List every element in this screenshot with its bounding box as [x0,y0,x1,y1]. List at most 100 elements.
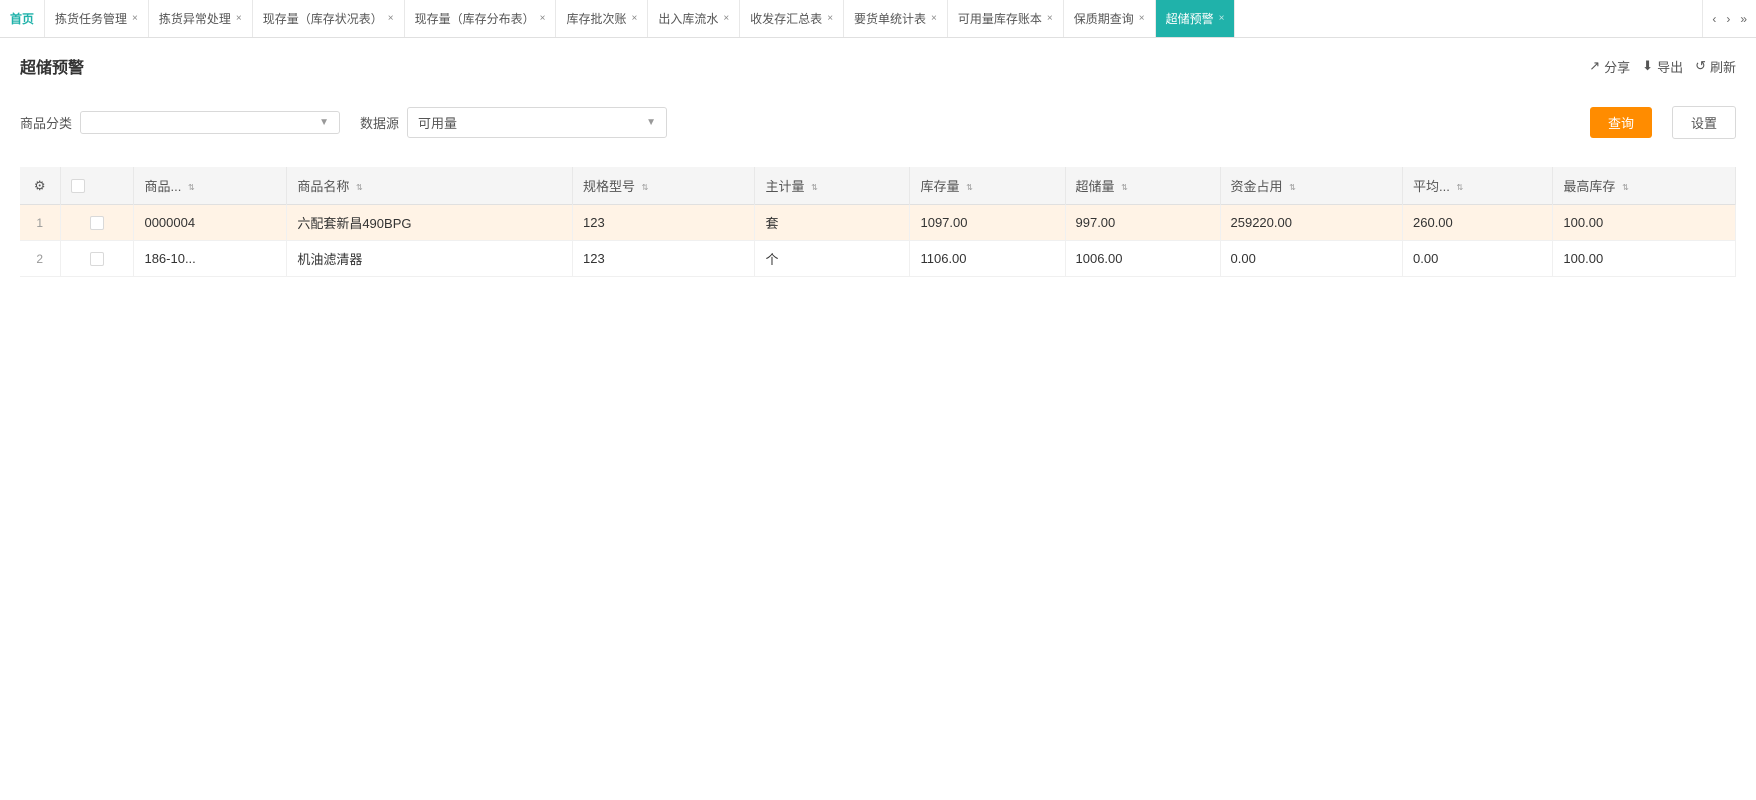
row-overstock: 1006.00 [1065,241,1220,277]
nav-tab[interactable]: 现存量（库存状况表） × [253,0,405,38]
category-filter: 商品分类 ▼ [20,111,340,134]
tab-label: 要货单统计表 [854,10,926,27]
nav-tab[interactable]: 现存量（库存分布表）× [405,0,557,38]
col-overstock[interactable]: 超储量 ⇅ [1065,167,1220,205]
row-maxstock: 100.00 [1553,241,1736,277]
category-arrow-icon: ▼ [319,117,329,128]
col-spec[interactable]: 规格型号 ⇅ [572,167,754,205]
col-unit[interactable]: 主计量 ⇅ [755,167,910,205]
refresh-icon: ↺ [1695,58,1706,74]
nav-home[interactable]: 首页 [0,0,45,38]
page-title: 超储预警 [20,54,84,78]
tab-label: 现存量（库存状况表） [263,10,383,27]
home-label: 首页 [10,10,34,27]
col-avg-sort: ⇅ [1456,183,1463,192]
nav-arrow-right[interactable]: › [1721,10,1735,28]
row-avg: 260.00 [1403,205,1553,241]
export-btn[interactable]: ⬇ 导出 [1642,57,1683,76]
top-nav: 首页 拣货任务管理×拣货异常处理×现存量（库存状况表）×现存量（库存分布表）×库… [0,0,1756,38]
tab-label: 超储预警 [1166,10,1214,27]
tab-label: 可用量库存账本 [958,10,1042,27]
datasource-select[interactable]: 可用量 ▼ [407,107,667,138]
col-avg[interactable]: 平均... ⇅ [1403,167,1553,205]
nav-arrow-left[interactable]: ‹ [1707,10,1721,28]
nav-tab[interactable]: 拣货任务管理 × [45,0,149,38]
row-checkbox[interactable] [90,216,104,230]
tab-label: 拣货异常处理 [159,10,231,27]
col-code[interactable]: 商品... ⇅ [134,167,287,205]
tab-label: 拣货任务管理 [55,10,127,27]
filter-action-buttons: 查询 [1590,107,1652,138]
export-icon: ⬇ [1642,58,1653,74]
tab-close-btn[interactable]: × [1139,13,1145,24]
col-maxstock-label: 最高库存 [1563,179,1615,194]
row-capital: 0.00 [1220,241,1402,277]
nav-tab[interactable]: 要货单统计表 × [844,0,948,38]
tab-close-btn[interactable]: × [931,13,937,24]
tab-close-btn[interactable]: × [1219,13,1225,24]
row-maxstock: 100.00 [1553,205,1736,241]
col-overstock-label: 超储量 [1076,179,1115,194]
col-capital[interactable]: 资金占用 ⇅ [1220,167,1402,205]
tab-label: 出入库流水 [658,10,718,27]
query-button[interactable]: 查询 [1590,107,1652,138]
col-name[interactable]: 商品名称 ⇅ [287,167,573,205]
col-code-label: 商品... [144,179,181,194]
datasource-filter: 数据源 可用量 ▼ [360,107,667,138]
row-checkbox-cell [60,205,134,241]
tab-close-btn[interactable]: × [1047,13,1053,24]
tab-close-btn[interactable]: × [132,13,138,24]
share-label: 分享 [1604,57,1630,76]
row-overstock: 997.00 [1065,205,1220,241]
datasource-label: 数据源 [360,113,399,132]
col-settings[interactable]: ⚙ [20,167,60,205]
share-btn[interactable]: ↗ 分享 [1589,57,1630,76]
col-overstock-sort: ⇅ [1121,183,1128,192]
tab-close-btn[interactable]: × [236,13,242,24]
tab-close-btn[interactable]: × [827,13,833,24]
row-name: 机油滤清器 [287,241,573,277]
header-actions: ↗ 分享 ⬇ 导出 ↺ 刷新 [1589,57,1736,76]
col-spec-label: 规格型号 [583,179,635,194]
table-body: 1 0000004 六配套新昌490BPG 123 套 1097.00 997.… [20,205,1736,277]
nav-tab[interactable]: 库存批次账× [556,0,648,38]
datasource-arrow-icon: ▼ [646,117,656,128]
tab-close-btn[interactable]: × [388,13,394,24]
category-label: 商品分类 [20,113,72,132]
tab-close-btn[interactable]: × [631,13,637,24]
col-capital-sort: ⇅ [1289,183,1296,192]
row-stock: 1097.00 [910,205,1065,241]
refresh-btn[interactable]: ↺ 刷新 [1695,57,1736,76]
share-icon: ↗ [1589,58,1600,74]
refresh-label: 刷新 [1710,57,1736,76]
col-stock[interactable]: 库存量 ⇅ [910,167,1065,205]
datasource-value: 可用量 [418,113,457,132]
settings-button[interactable]: 设置 [1672,106,1736,139]
nav-arrow-last[interactable]: » [1735,10,1752,28]
col-unit-sort: ⇅ [811,183,818,192]
tab-close-btn[interactable]: × [723,13,729,24]
col-checkbox[interactable] [60,167,134,205]
nav-tab[interactable]: 拣货异常处理 × [149,0,253,38]
page-content: 超储预警 ↗ 分享 ⬇ 导出 ↺ 刷新 商品分类 ▼ 数据源 [0,38,1756,800]
nav-tab[interactable]: 可用量库存账本 × [948,0,1064,38]
nav-tab[interactable]: 收发存汇总表 × [740,0,844,38]
col-stock-label: 库存量 [920,179,959,194]
tab-close-btn[interactable]: × [540,13,546,24]
select-all-checkbox[interactable] [71,179,85,193]
row-spec: 123 [572,241,754,277]
row-checkbox[interactable] [90,252,104,266]
nav-tab[interactable]: 出入库流水 × [648,0,740,38]
tab-label: 收发存汇总表 [750,10,822,27]
col-maxstock[interactable]: 最高库存 ⇅ [1553,167,1736,205]
table-row: 2 186-10... 机油滤清器 123 个 1106.00 1006.00 … [20,241,1736,277]
data-table: ⚙ 商品... ⇅ 商品名称 ⇅ 规格型号 ⇅ 主计量 [20,167,1736,277]
col-unit-label: 主计量 [765,179,804,194]
col-code-sort: ⇅ [188,183,195,192]
category-select[interactable]: ▼ [80,111,340,134]
row-capital: 259220.00 [1220,205,1402,241]
row-checkbox-cell [60,241,134,277]
nav-tab[interactable]: 保质期查询× [1064,0,1156,38]
row-name: 六配套新昌490BPG [287,205,573,241]
nav-tab[interactable]: 超储预警 × [1156,0,1236,38]
